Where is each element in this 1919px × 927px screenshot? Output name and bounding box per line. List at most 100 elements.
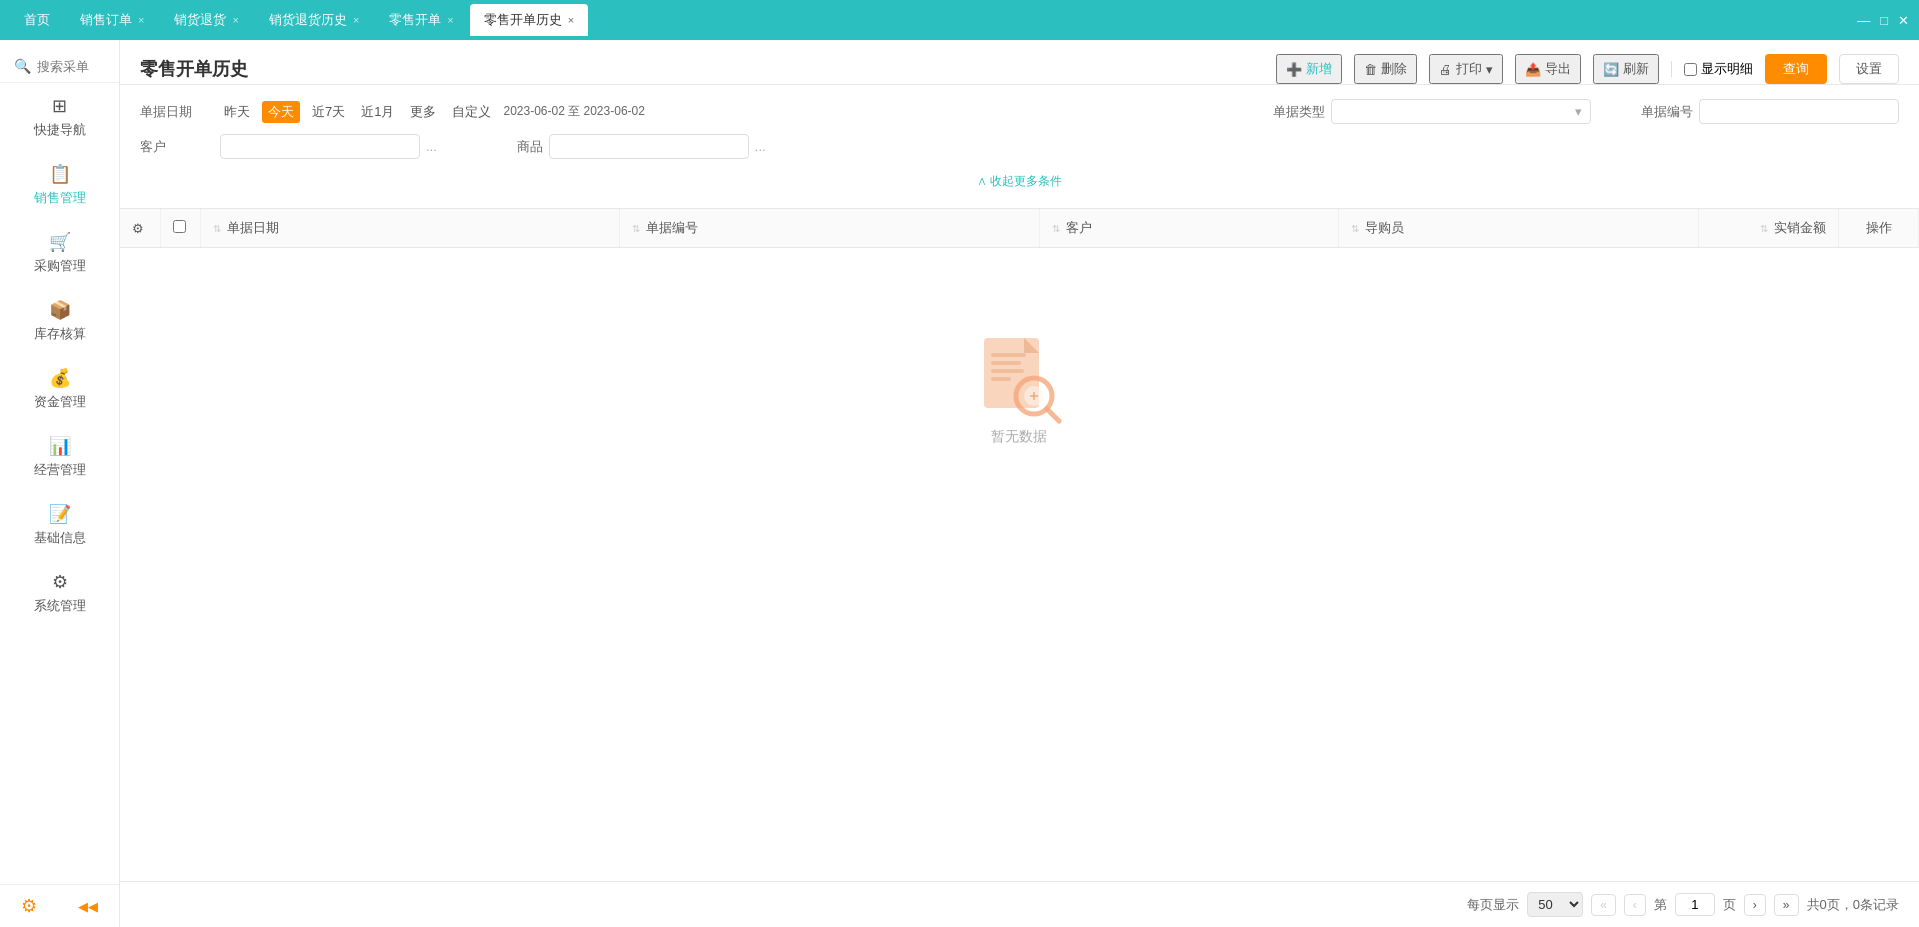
- date-today[interactable]: 今天: [262, 101, 300, 123]
- tab-retail-open-history[interactable]: 零售开单历史 ×: [470, 4, 588, 36]
- search-icon: 🔍: [14, 58, 31, 74]
- tab-sales-return-history[interactable]: 销货退货历史 ×: [255, 4, 373, 36]
- date-more[interactable]: 更多: [406, 101, 440, 123]
- th-customer[interactable]: ⇅ 客户: [1039, 209, 1339, 248]
- svg-rect-4: [991, 377, 1011, 381]
- per-page-label: 每页显示: [1467, 896, 1519, 914]
- sidebar-item-purchase-mgmt[interactable]: 🛒 采购管理: [0, 219, 119, 287]
- doc-type-dropdown-icon: ▾: [1575, 104, 1582, 119]
- settings-button[interactable]: 设置: [1839, 54, 1899, 84]
- page-input[interactable]: [1675, 893, 1715, 916]
- add-label: 新增: [1306, 60, 1332, 78]
- sidebar-search[interactable]: 🔍: [0, 50, 119, 83]
- sidebar-item-sales-mgmt-label: 销售管理: [34, 189, 86, 207]
- tab-sales-order[interactable]: 销售订单 ×: [66, 4, 158, 36]
- sort-icon-amount: ⇅: [1760, 223, 1768, 234]
- svg-rect-1: [991, 353, 1026, 357]
- th-amount[interactable]: ⇅ 实销金额: [1699, 209, 1839, 248]
- sidebar-collapse-icon[interactable]: ◀◀: [78, 899, 98, 914]
- date-last7[interactable]: 近7天: [308, 101, 349, 123]
- customer-input[interactable]: [220, 134, 420, 159]
- minimize-btn[interactable]: —: [1857, 13, 1870, 28]
- th-settings[interactable]: ⚙: [120, 209, 160, 248]
- goods-ellipsis[interactable]: ...: [755, 139, 766, 154]
- tab-retail-open-close[interactable]: ×: [447, 14, 453, 26]
- th-operations-label: 操作: [1866, 220, 1892, 235]
- sidebar: 🔍 ⊞ 快捷导航 📋 销售管理 🛒 采购管理 📦 库存核算 💰 资金管理 📊 经…: [0, 40, 120, 927]
- first-page-btn[interactable]: «: [1591, 894, 1616, 916]
- customer-ellipsis[interactable]: ...: [426, 139, 437, 154]
- tab-sales-return-close[interactable]: ×: [232, 14, 238, 26]
- header-actions: ➕ 新增 🗑 删除 🖨 打印 ▾ 📤 导出 🔄: [1276, 54, 1899, 84]
- th-salesperson-label: 导购员: [1365, 219, 1404, 237]
- restore-btn[interactable]: □: [1880, 13, 1888, 28]
- add-icon: ➕: [1286, 62, 1302, 77]
- delete-button[interactable]: 🗑 删除: [1354, 54, 1417, 84]
- display-detail-toggle[interactable]: 显示明细: [1684, 60, 1753, 78]
- date-custom[interactable]: 自定义: [448, 101, 495, 123]
- per-page-select[interactable]: 20 50 100 200: [1527, 892, 1583, 917]
- tab-home[interactable]: 首页: [10, 4, 64, 36]
- query-button[interactable]: 查询: [1765, 54, 1827, 84]
- display-detail-label: 显示明细: [1701, 60, 1753, 78]
- sidebar-item-basic-info[interactable]: 📝 基础信息: [0, 491, 119, 559]
- sidebar-item-inventory[interactable]: 📦 库存核算: [0, 287, 119, 355]
- doc-type-select[interactable]: ▾: [1331, 99, 1591, 124]
- settings-icon[interactable]: ⚙: [132, 221, 144, 236]
- empty-state-row: 暂无数据: [120, 248, 1919, 527]
- tab-sales-return[interactable]: 销货退货 ×: [160, 4, 252, 36]
- next-page-btn[interactable]: ›: [1744, 894, 1766, 916]
- sidebar-item-purchase-mgmt-label: 采购管理: [34, 257, 86, 275]
- sidebar-item-operations[interactable]: 📊 经营管理: [0, 423, 119, 491]
- svg-rect-2: [991, 361, 1021, 365]
- doc-no-label: 单据编号: [1641, 103, 1693, 121]
- doc-no-input[interactable]: [1699, 99, 1899, 124]
- sidebar-item-basic-info-label: 基础信息: [34, 529, 86, 547]
- tab-sales-return-history-close[interactable]: ×: [353, 14, 359, 26]
- doc-type-label: 单据类型: [1273, 103, 1325, 121]
- add-button[interactable]: ➕ 新增: [1276, 54, 1342, 84]
- print-button[interactable]: 🖨 打印 ▾: [1429, 54, 1503, 84]
- window-controls: — □ ✕: [1857, 13, 1909, 28]
- sidebar-item-finance-label: 资金管理: [34, 393, 86, 411]
- tab-retail-open[interactable]: 零售开单 ×: [375, 4, 467, 36]
- search-input[interactable]: [37, 59, 107, 74]
- tab-retail-open-history-label: 零售开单历史: [484, 11, 562, 29]
- goods-input[interactable]: [549, 134, 749, 159]
- empty-state-cell: 暂无数据: [120, 248, 1919, 527]
- prev-page-btn[interactable]: ‹: [1624, 894, 1646, 916]
- sidebar-item-operations-label: 经营管理: [34, 461, 86, 479]
- export-button[interactable]: 📤 导出: [1515, 54, 1581, 84]
- basic-info-icon: 📝: [49, 503, 71, 525]
- filter-row-2: 客户 ... 商品 ...: [140, 134, 1899, 159]
- delete-icon: 🗑: [1364, 62, 1377, 77]
- delete-label: 删除: [1381, 60, 1407, 78]
- select-all-checkbox[interactable]: [173, 220, 186, 233]
- print-label: 打印: [1456, 60, 1482, 78]
- tab-bar: 首页 销售订单 × 销货退货 × 销货退货历史 × 零售开单 × 零售开单历史 …: [10, 4, 1857, 36]
- content-area: 零售开单历史 ➕ 新增 🗑 删除 🖨 打印 ▾ 📤 导出: [120, 40, 1919, 927]
- sidebar-settings-icon[interactable]: ⚙: [21, 895, 37, 917]
- sidebar-item-quick-nav-label: 快捷导航: [34, 121, 86, 139]
- date-last1m[interactable]: 近1月: [357, 101, 398, 123]
- table-container: ⚙ ⇅ 单据日期 ⇅: [120, 209, 1919, 881]
- th-checkbox[interactable]: [160, 209, 200, 248]
- sidebar-item-finance[interactable]: 💰 资金管理: [0, 355, 119, 423]
- refresh-button[interactable]: 🔄 刷新: [1593, 54, 1659, 84]
- tab-sales-order-close[interactable]: ×: [138, 14, 144, 26]
- print-icon: 🖨: [1439, 62, 1452, 77]
- date-yesterday[interactable]: 昨天: [220, 101, 254, 123]
- close-btn-window[interactable]: ✕: [1898, 13, 1909, 28]
- sidebar-item-sales-mgmt[interactable]: 📋 销售管理: [0, 151, 119, 219]
- sidebar-item-system[interactable]: ⚙ 系统管理: [0, 559, 119, 627]
- th-date[interactable]: ⇅ 单据日期: [200, 209, 620, 248]
- display-detail-checkbox[interactable]: [1684, 63, 1697, 76]
- table-body: 暂无数据: [120, 248, 1919, 527]
- tab-retail-open-history-close[interactable]: ×: [568, 14, 574, 26]
- th-salesperson[interactable]: ⇅ 导购员: [1339, 209, 1699, 248]
- sidebar-item-quick-nav[interactable]: ⊞ 快捷导航: [0, 83, 119, 151]
- collapse-bar[interactable]: ∧ 收起更多条件: [140, 169, 1899, 194]
- system-icon: ⚙: [49, 571, 71, 593]
- last-page-btn[interactable]: »: [1774, 894, 1799, 916]
- th-docno[interactable]: ⇅ 单据编号: [620, 209, 1040, 248]
